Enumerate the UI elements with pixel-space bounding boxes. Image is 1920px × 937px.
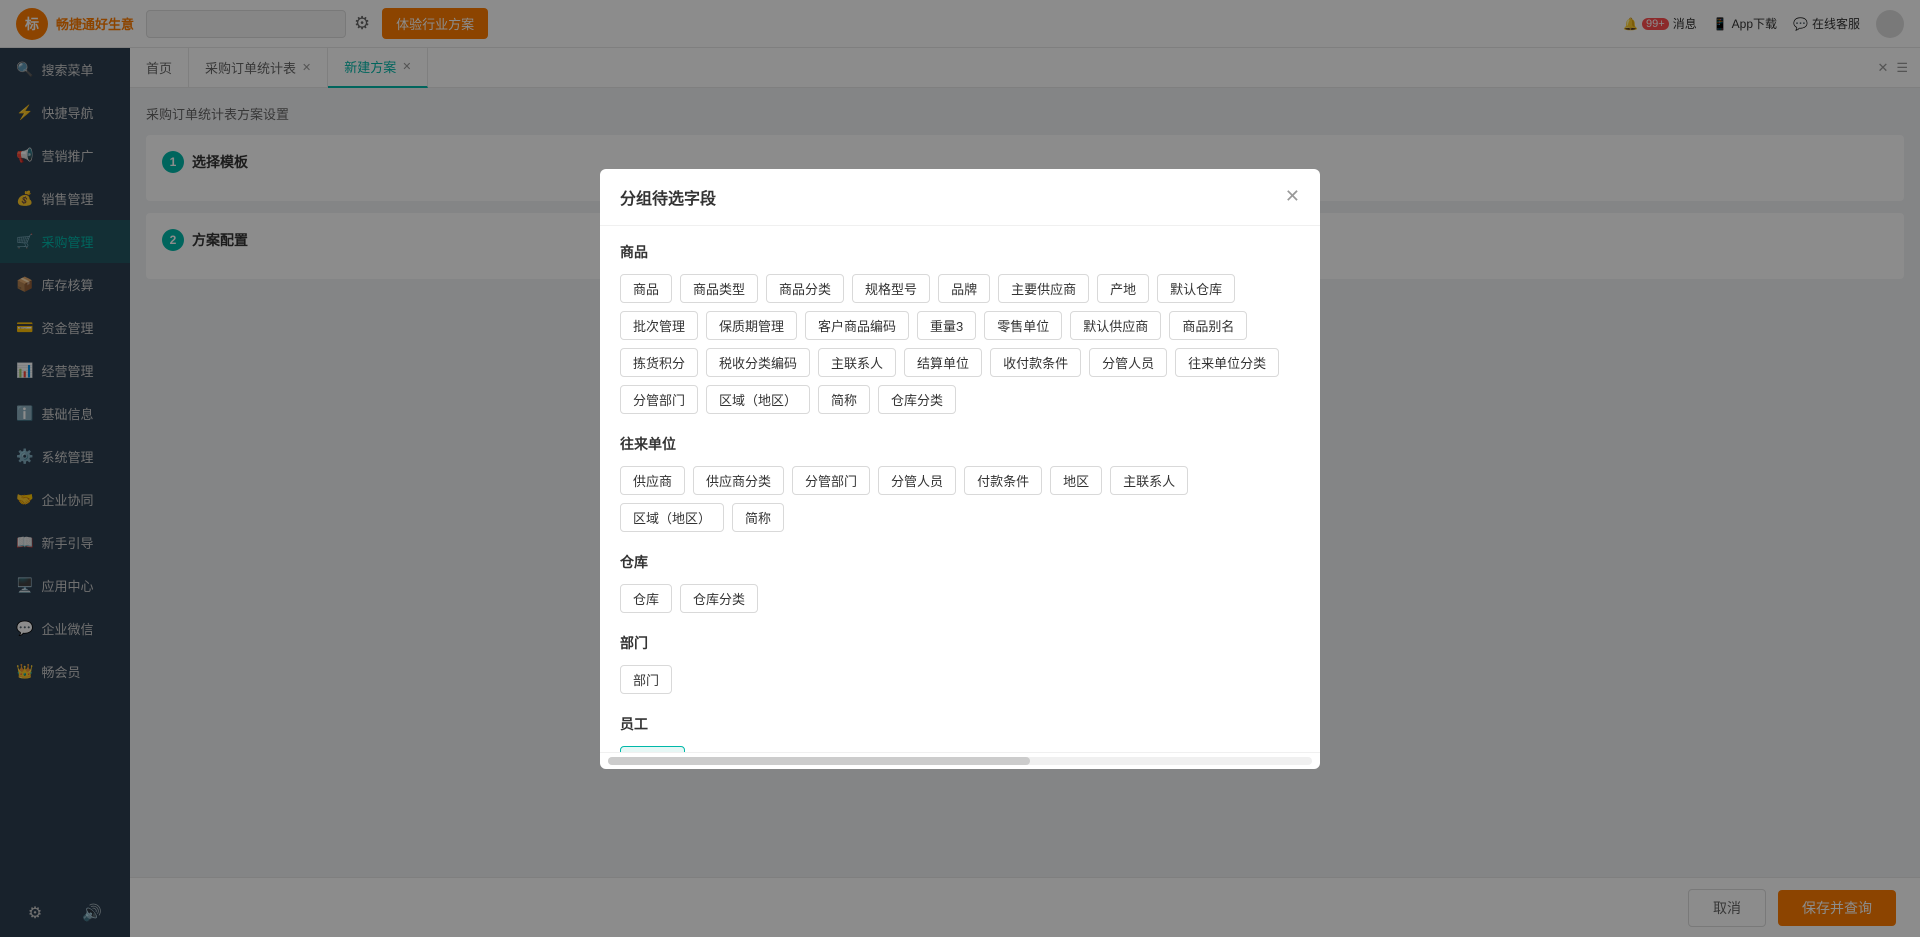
field-tag-product-13[interactable]: 默认供应商: [1070, 311, 1161, 340]
field-tag-product-14[interactable]: 商品别名: [1169, 311, 1247, 340]
section-title-department: 部门: [620, 633, 1300, 653]
field-tag-product-5[interactable]: 主要供应商: [998, 274, 1089, 303]
modal-title: 分组待选字段: [620, 185, 716, 209]
field-tag-product-10[interactable]: 客户商品编码: [805, 311, 909, 340]
field-tag-product-24[interactable]: 简称: [818, 385, 870, 414]
field-tag-product-0[interactable]: 商品: [620, 274, 672, 303]
field-tag-product-4[interactable]: 品牌: [938, 274, 990, 303]
field-tag-product-1[interactable]: 商品类型: [680, 274, 758, 303]
section-title-partner: 往来单位: [620, 434, 1300, 454]
modal-scrollbar-area: [600, 752, 1320, 769]
field-tag-partner-1[interactable]: 供应商分类: [693, 466, 784, 495]
field-tag-partner-0[interactable]: 供应商: [620, 466, 685, 495]
section-warehouse: 仓库仓库仓库分类: [620, 552, 1300, 613]
modal-header: 分组待选字段 ✕: [600, 169, 1320, 226]
field-tag-department-0[interactable]: 部门: [620, 665, 672, 694]
section-department: 部门部门: [620, 633, 1300, 694]
field-tags-warehouse: 仓库仓库分类: [620, 584, 1300, 613]
field-tag-product-12[interactable]: 零售单位: [984, 311, 1062, 340]
field-tag-warehouse-0[interactable]: 仓库: [620, 584, 672, 613]
field-tag-product-19[interactable]: 收付款条件: [990, 348, 1081, 377]
field-tag-product-23[interactable]: 区域（地区）: [706, 385, 810, 414]
section-product: 商品商品商品类型商品分类规格型号品牌主要供应商产地默认仓库批次管理保质期管理客户…: [620, 242, 1300, 414]
field-tag-warehouse-1[interactable]: 仓库分类: [680, 584, 758, 613]
field-tag-product-17[interactable]: 主联系人: [818, 348, 896, 377]
section-title-warehouse: 仓库: [620, 552, 1300, 572]
field-tag-product-7[interactable]: 默认仓库: [1157, 274, 1235, 303]
field-tag-product-25[interactable]: 仓库分类: [878, 385, 956, 414]
field-tag-product-11[interactable]: 重量3: [917, 311, 976, 340]
field-tag-partner-4[interactable]: 付款条件: [964, 466, 1042, 495]
section-employee: 员工业务员: [620, 714, 1300, 752]
field-tags-department: 部门: [620, 665, 1300, 694]
field-tag-partner-8[interactable]: 简称: [732, 503, 784, 532]
field-tag-partner-6[interactable]: 主联系人: [1110, 466, 1188, 495]
section-title-employee: 员工: [620, 714, 1300, 734]
field-tag-partner-3[interactable]: 分管人员: [878, 466, 956, 495]
section-partner: 往来单位供应商供应商分类分管部门分管人员付款条件地区主联系人区域（地区） 简称: [620, 434, 1300, 532]
section-title-product: 商品: [620, 242, 1300, 262]
field-tag-product-21[interactable]: 往来单位分类: [1175, 348, 1279, 377]
field-tag-product-15[interactable]: 拣货积分: [620, 348, 698, 377]
field-tags-product: 商品商品类型商品分类规格型号品牌主要供应商产地默认仓库批次管理保质期管理客户商品…: [620, 274, 1300, 414]
field-tag-product-2[interactable]: 商品分类: [766, 274, 844, 303]
field-tag-product-8[interactable]: 批次管理: [620, 311, 698, 340]
modal: 分组待选字段 ✕ 商品商品商品类型商品分类规格型号品牌主要供应商产地默认仓库批次…: [600, 169, 1320, 769]
field-tag-product-20[interactable]: 分管人员: [1089, 348, 1167, 377]
field-tag-product-6[interactable]: 产地: [1097, 274, 1149, 303]
field-tag-product-3[interactable]: 规格型号: [852, 274, 930, 303]
field-tag-product-16[interactable]: 税收分类编码: [706, 348, 810, 377]
modal-overlay: 分组待选字段 ✕ 商品商品商品类型商品分类规格型号品牌主要供应商产地默认仓库批次…: [0, 0, 1920, 937]
field-tag-product-22[interactable]: 分管部门: [620, 385, 698, 414]
modal-body: 商品商品商品类型商品分类规格型号品牌主要供应商产地默认仓库批次管理保质期管理客户…: [600, 226, 1320, 752]
field-tag-partner-7[interactable]: 区域（地区）: [620, 503, 724, 532]
field-tag-partner-5[interactable]: 地区: [1050, 466, 1102, 495]
field-tags-partner: 供应商供应商分类分管部门分管人员付款条件地区主联系人区域（地区） 简称: [620, 466, 1300, 532]
field-tag-product-9[interactable]: 保质期管理: [706, 311, 797, 340]
modal-close-button[interactable]: ✕: [1285, 186, 1300, 207]
field-tag-partner-2[interactable]: 分管部门: [792, 466, 870, 495]
field-tag-product-18[interactable]: 结算单位: [904, 348, 982, 377]
